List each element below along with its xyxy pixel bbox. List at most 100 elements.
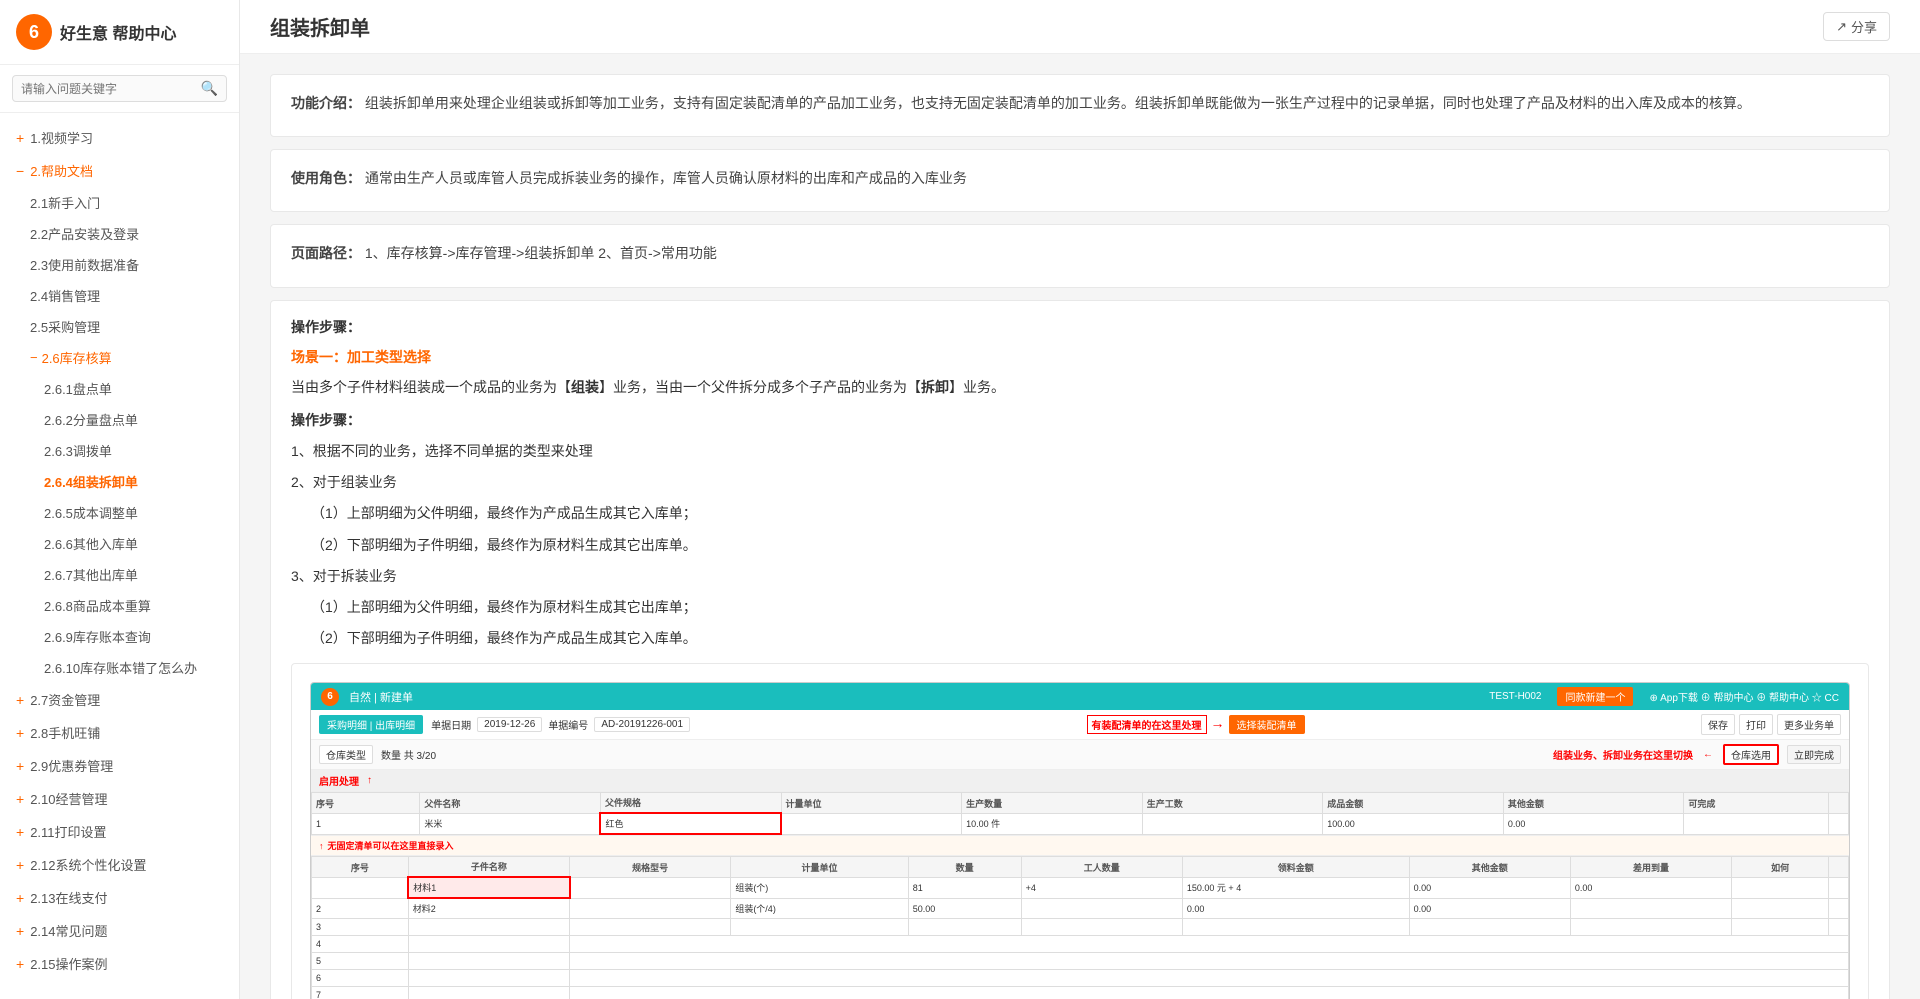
sidebar-item-finance[interactable]: + 2.7资金管理: [0, 683, 239, 716]
sidebar-item-label: 2.12系统个性化设置: [30, 855, 146, 874]
sidebar-item-inventory[interactable]: − 2.6库存核算: [0, 342, 239, 373]
sub-cell-action: [1732, 898, 1829, 919]
function-intro-text: 功能介绍： 组装拆卸单用来处理企业组装或拆卸等加工业务，支持有固定装配清单的产品…: [291, 91, 1869, 116]
sidebar-item-count[interactable]: 2.6.1盘点单: [0, 373, 239, 404]
logo-text: 好生意 帮助中心: [60, 20, 176, 44]
cell-unit: [781, 813, 962, 834]
btn-save[interactable]: 保存: [1701, 714, 1735, 735]
sidebar-item-ledger-error[interactable]: 2.6.10库存账本错了怎么办: [0, 652, 239, 683]
btn-apply[interactable]: 立即完成: [1787, 745, 1841, 764]
sidebar-sub-label: 2.6.8商品成本重算: [44, 596, 151, 615]
step3-sub1: （1）上部明细为父件明细，最终作为原材料生成其它出库单；: [291, 595, 1869, 620]
sub-cell-workers: [1021, 898, 1182, 919]
sidebar-sub-label: 2.4销售管理: [30, 286, 100, 305]
sub-cell-rest: [570, 987, 1849, 999]
annotation-no-need-row: ↑ 无固定清单可以在这里直接录入: [311, 835, 1849, 856]
sidebar-item-partial-count[interactable]: 2.6.2分量盘点单: [0, 404, 239, 435]
sub-cell-rest: [570, 936, 1849, 953]
ops-title: 操作步骤：: [291, 408, 1869, 433]
share-button[interactable]: ↗ 分享: [1823, 12, 1890, 41]
scene1-title: 场景一：加工类型选择: [291, 347, 1869, 367]
col-other-amt: 其他金额: [1503, 793, 1684, 814]
sub-cell-unit: 组装(个/4): [731, 898, 908, 919]
btn-more[interactable]: 更多业务单: [1777, 714, 1841, 735]
sub-cell-qty: [908, 919, 1021, 936]
steps-title: 操作步骤：: [291, 317, 1869, 337]
main-content: 功能介绍： 组装拆卸单用来处理企业组装或拆卸等加工业务，支持有固定装配清单的产品…: [240, 54, 1920, 999]
sidebar-item-label: 2.15操作案例: [30, 954, 107, 973]
sidebar-item-print[interactable]: + 2.11打印设置: [0, 815, 239, 848]
sidebar-item-cost-calc[interactable]: 2.6.8商品成本重算: [0, 590, 239, 621]
titlebar-app-icon: ⊕ App下载 ⊕ 帮助中心 ⊕ 帮助中心 ☆ CC: [1649, 689, 1839, 704]
annotation-enable-text: 启用处理: [319, 773, 359, 788]
screenshot-wrapper: 6 自然 | 新建单 TEST-H002 同款新建一个 ⊕ App下载 ⊕ 帮助…: [291, 663, 1869, 999]
path-intro-card: 页面路径： 1、库存核算->库存管理->组装拆卸单 2、首页->常用功能: [270, 224, 1890, 287]
sub-cell-qty: 81: [908, 877, 1021, 898]
step1: 1、根据不同的业务，选择不同单据的类型来处理: [291, 439, 1869, 464]
sidebar-item-mobile[interactable]: + 2.8手机旺铺: [0, 716, 239, 749]
sidebar-item-data-prep[interactable]: 2.3使用前数据准备: [0, 249, 239, 280]
sidebar-item-online-pay[interactable]: + 2.13在线支付: [0, 881, 239, 914]
path-intro-text: 页面路径： 1、库存核算->库存管理->组装拆卸单 2、首页->常用功能: [291, 241, 1869, 266]
sub-cell-name: [408, 970, 569, 987]
search-input[interactable]: [21, 82, 201, 96]
sub-table-area: 序号 子件名称 规格型号 计量单位 数量 工人数量 领料金额 其他金额 差用到量: [311, 856, 1849, 999]
field-code-value[interactable]: AD-20191226-001: [594, 717, 690, 732]
btn-type-selector[interactable]: 仓库类型: [319, 745, 373, 764]
cell-can-complete: [1684, 813, 1829, 834]
steps-block: 操作步骤： 场景一：加工类型选择 当由多个子件材料组装成一个成品的业务为【组装】…: [270, 300, 1890, 999]
sub-col-extra: [1829, 857, 1849, 878]
expand-icon: +: [16, 956, 24, 972]
sub-col-diff: 差用到量: [1570, 857, 1731, 878]
table-row: 6: [312, 970, 1849, 987]
cell-parent-name: 米米: [420, 813, 601, 834]
btn-print[interactable]: 打印: [1739, 714, 1773, 735]
sidebar-sub-label: 2.1新手入门: [30, 193, 100, 212]
cell-parent-spec[interactable]: 红色: [600, 813, 781, 834]
sidebar-item-purchase[interactable]: 2.5采购管理: [0, 311, 239, 342]
sidebar-item-custom[interactable]: + 2.12系统个性化设置: [0, 848, 239, 881]
sidebar-item-cases[interactable]: + 2.15操作案例: [0, 947, 239, 980]
sub-col-seq: 序号: [312, 857, 409, 878]
field-warehouse[interactable]: 仓库选用: [1723, 744, 1779, 765]
titlebar-status-btn[interactable]: 同款新建一个: [1557, 687, 1633, 706]
sidebar-item-cost-adjust[interactable]: 2.6.5成本调整单: [0, 497, 239, 528]
sidebar-item-video[interactable]: + 1.视频学习: [0, 121, 239, 154]
main-table-area: 序号 父件名称 父件规格 计量单位 生产数量 生产工数 成品金额 其他金额 可完…: [311, 792, 1849, 835]
field-date-value[interactable]: 2019-12-26: [477, 717, 542, 732]
sidebar-sub-label: 2.6.5成本调整单: [44, 503, 138, 522]
sidebar-item-operations[interactable]: + 2.10经营管理: [0, 782, 239, 815]
btn-order-type[interactable]: 采购明细 | 出库明细: [319, 715, 423, 734]
titlebar-id: TEST-H002: [1489, 691, 1541, 702]
sidebar-item-other-in[interactable]: 2.6.6其他入库单: [0, 528, 239, 559]
field-date-label: 单据日期: [431, 717, 471, 732]
main-area: 组装拆卸单 ↗ 分享 功能介绍： 组装拆卸单用来处理企业组装或拆卸等加工业务，支…: [240, 0, 1920, 999]
sub-cell-seq: [312, 877, 409, 898]
sidebar-item-new-user[interactable]: 2.1新手入门: [0, 187, 239, 218]
role-intro-card: 使用角色： 通常由生产人员或库管人员完成拆装业务的操作，库管人员确认原材料的出库…: [270, 149, 1890, 212]
sidebar-item-label: 2.10经营管理: [30, 789, 107, 808]
sidebar-item-install[interactable]: 2.2产品安装及登录: [0, 218, 239, 249]
sidebar-item-coupon[interactable]: + 2.9优惠券管理: [0, 749, 239, 782]
sidebar-item-assembly[interactable]: 2.6.4组装拆卸单: [0, 466, 239, 497]
sidebar-item-transfer[interactable]: 2.6.3调拨单: [0, 435, 239, 466]
arrow-icon: →: [1211, 715, 1225, 734]
sidebar-item-docs[interactable]: − 2.帮助文档: [0, 154, 239, 187]
search-box[interactable]: 🔍: [12, 75, 227, 102]
sidebar-item-other-out[interactable]: 2.6.7其他出库单: [0, 559, 239, 590]
btn-select-config[interactable]: 选择装配清单: [1229, 715, 1305, 734]
sidebar-item-faq[interactable]: + 2.14常见问题: [0, 914, 239, 947]
sidebar-sub-label: 2.5采购管理: [30, 317, 100, 336]
annotation-config-text: 有装配清单的在这里处理: [1087, 715, 1207, 734]
arrow-enable: ↑: [367, 775, 372, 786]
sidebar-sub-label: 2.6.4组装拆卸单: [44, 472, 138, 491]
col-prod-workers: 生产工数: [1142, 793, 1323, 814]
sidebar-item-ledger-query[interactable]: 2.6.9库存账本查询: [0, 621, 239, 652]
sidebar-item-label: 2.14常见问题: [30, 921, 107, 940]
col-parent-spec: 父件规格: [600, 793, 781, 814]
sub-cell-action: [1732, 919, 1829, 936]
sidebar-item-sales[interactable]: 2.4销售管理: [0, 280, 239, 311]
expand-icon: +: [16, 890, 24, 906]
sub-cell-diff: [1570, 919, 1731, 936]
collapse-icon: −: [16, 163, 24, 179]
